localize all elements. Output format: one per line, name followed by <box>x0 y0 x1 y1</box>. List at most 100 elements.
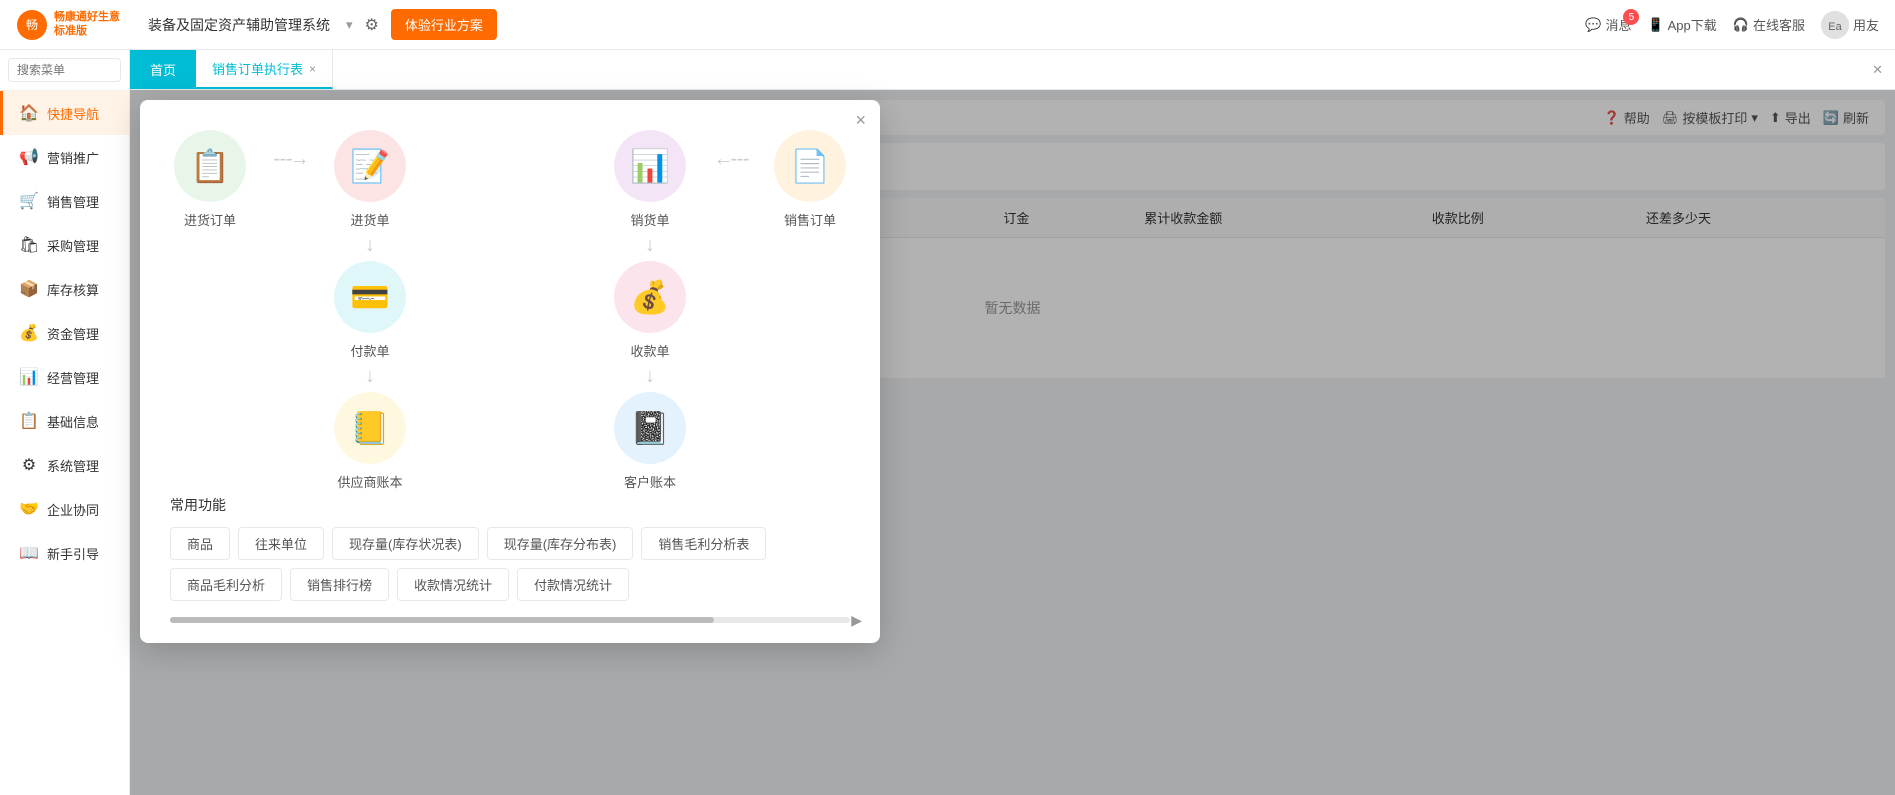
func-button[interactable]: 商品毛利分析 <box>170 568 282 601</box>
common-functions: 常用功能 商品往来单位现存量(库存状况表)现存量(库存分布表)销售毛利分析表商品… <box>170 495 850 601</box>
modal-overlay: × 📋 进货订单 - - -→ <box>130 90 1895 795</box>
func-button[interactable]: 现存量(库存状况表) <box>332 527 479 560</box>
modal-scrollbar[interactable]: ▶ <box>170 617 850 623</box>
scroll-right-arrow[interactable]: ▶ <box>851 612 862 629</box>
sales-bill-label: 销货单 <box>630 210 669 229</box>
app-wrapper: 畅 畅康通好生意 标准版 装备及固定资产辅助管理系统 ▾ ⚙ 体验行业方案 💬 … <box>0 0 1895 795</box>
online-service-item[interactable]: 🎧 在线客服 <box>1733 15 1805 34</box>
modal-close-icon[interactable]: × <box>855 110 866 131</box>
purchase-bill-circle: 📝 <box>334 130 406 202</box>
customer-ledger-label: 客户账本 <box>624 472 676 491</box>
base-info-icon: 📋 <box>19 411 39 431</box>
sales-order-label: 销售订单 <box>784 210 836 229</box>
sidebar-item-system[interactable]: ⚙系统管理 <box>0 443 129 487</box>
close-all-tabs[interactable]: ✕ <box>1860 62 1895 78</box>
flow-diagram: 📋 进货订单 - - -→ 📝 进货单 <box>170 130 850 491</box>
top-bar: 畅 畅康通好生意 标准版 装备及固定资产辅助管理系统 ▾ ⚙ 体验行业方案 💬 … <box>0 0 1895 50</box>
sidebar-item-quick-nav[interactable]: 🏠快捷导航 <box>0 91 129 135</box>
sales-icon: 🛒 <box>19 191 39 211</box>
system-title: 装备及固定资产辅助管理系统 <box>148 15 330 35</box>
sidebar-label-finance: 资金管理 <box>47 324 99 343</box>
sidebar-item-marketing[interactable]: 📢营销推广 <box>0 135 129 179</box>
flow-node-supplier-ledger[interactable]: 📒 供应商账本 <box>310 392 430 491</box>
flow-node-purchase-order[interactable]: 📋 进货订单 <box>150 130 270 229</box>
sidebar-item-purchase[interactable]: 🛍 采购管理 <box>0 223 129 267</box>
app-logo-icon: 畅 <box>16 9 48 41</box>
supplier-ledger-label: 供应商账本 <box>337 472 402 491</box>
purchase-order-label: 进货订单 <box>184 210 236 229</box>
sidebar-label-operations: 经营管理 <box>47 368 99 387</box>
customer-ledger-circle: 📓 <box>614 392 686 464</box>
message-item[interactable]: 💬 消息 5 <box>1585 15 1631 34</box>
func-button[interactable]: 收款情况统计 <box>397 568 509 601</box>
payment-circle: 💳 <box>334 261 406 333</box>
tab-home[interactable]: 首页 <box>130 50 196 89</box>
sales-order-circle: 📄 <box>774 130 846 202</box>
func-buttons-row: 商品往来单位现存量(库存状况表)现存量(库存分布表)销售毛利分析表商品毛利分析销… <box>170 527 850 601</box>
dropdown-arrow-icon[interactable]: ▾ <box>346 17 353 33</box>
sidebar-item-enterprise[interactable]: 🤝 企业协同 <box>0 487 129 531</box>
tab-sales-order[interactable]: 销售订单执行表 × <box>196 50 333 89</box>
arrow-v-1: ↓ <box>365 235 375 255</box>
sidebar-label-purchase: 采购管理 <box>47 236 99 255</box>
settings-icon[interactable]: ⚙ <box>365 15 379 35</box>
arrow-h-2: ←- - - <box>710 130 750 171</box>
quick-nav-icon: 🏠 <box>19 103 39 123</box>
svg-text:Ea: Ea <box>1828 21 1842 33</box>
arrow-v-4: ↓ <box>645 366 655 386</box>
flow-node-sales-order[interactable]: 📄 销售订单 <box>750 130 870 229</box>
flow-node-payment[interactable]: 💳 付款单 <box>310 261 430 360</box>
main-area: 🏠快捷导航📢营销推广🛒销售管理🛍采购管理📦库存核算💰资金管理📊经营管理📋基础信息… <box>0 50 1895 795</box>
headset-icon: 🎧 <box>1733 17 1749 33</box>
receipt-label: 收款单 <box>630 341 669 360</box>
func-button[interactable]: 付款情况统计 <box>517 568 629 601</box>
content-area: 首页 销售订单执行表 × ✕ ❓ 帮助 🖨 <box>130 50 1895 795</box>
purchase-icon: 🛍 <box>19 235 39 255</box>
app-download-label: App下载 <box>1668 15 1717 34</box>
func-button[interactable]: 销售毛利分析表 <box>641 527 766 560</box>
trial-button[interactable]: 体验行业方案 <box>391 9 497 40</box>
sidebar-item-base-info[interactable]: 📋 基础信息 <box>0 399 129 443</box>
supplier-ledger-circle: 📒 <box>334 392 406 464</box>
flow-node-purchase-bill[interactable]: 📝 进货单 <box>310 130 430 229</box>
top-right-area: 💬 消息 5 📱 App下载 🎧 在线客服 Ea 用友 <box>1585 11 1879 39</box>
sidebar-item-finance[interactable]: 💰资金管理 <box>0 311 129 355</box>
func-button[interactable]: 现存量(库存分布表) <box>487 527 634 560</box>
page-content: ❓ 帮助 🖨 按模板打印 ▾ ⬆ 导出 🔄 刷新 <box>130 90 1895 795</box>
sidebar-label-newbie: 新手引导 <box>47 544 99 563</box>
search-input[interactable] <box>8 58 121 82</box>
enterprise-icon: 🤝 <box>19 499 39 519</box>
func-button[interactable]: 往来单位 <box>238 527 324 560</box>
func-button[interactable]: 商品 <box>170 527 230 560</box>
sidebar-item-newbie[interactable]: 📖 新手引导 <box>0 531 129 575</box>
purchase-bill-label: 进货单 <box>350 210 389 229</box>
arrow-h-1: - - -→ <box>270 130 310 171</box>
inventory-icon: 📦 <box>19 279 39 299</box>
flow-node-customer-ledger[interactable]: 📓 客户账本 <box>590 392 710 491</box>
sidebar-item-operations[interactable]: 📊经营管理 <box>0 355 129 399</box>
sidebar-item-inventory[interactable]: 📦库存核算 <box>0 267 129 311</box>
user-label: 用友 <box>1853 15 1879 34</box>
func-button[interactable]: 销售排行榜 <box>290 568 389 601</box>
sidebar-label-base-info: 基础信息 <box>47 412 99 431</box>
sidebar-search-area <box>0 50 129 91</box>
newbie-icon: 📖 <box>19 543 39 563</box>
svg-text:畅: 畅 <box>26 18 38 32</box>
message-icon: 💬 <box>1585 17 1601 33</box>
payment-label: 付款单 <box>350 341 389 360</box>
tab-close-icon[interactable]: × <box>309 62 316 76</box>
sales-bill-circle: 📊 <box>614 130 686 202</box>
sidebar-item-sales[interactable]: 🛒 销售管理 <box>0 179 129 223</box>
online-service-label: 在线客服 <box>1753 15 1805 34</box>
app-download-item[interactable]: 📱 App下载 <box>1647 15 1716 34</box>
flow-node-sales-bill[interactable]: 📊 销货单 <box>590 130 710 229</box>
modal-scrollbar-thumb <box>170 617 714 623</box>
common-functions-title: 常用功能 <box>170 495 850 515</box>
logo-area: 畅 畅康通好生意 标准版 <box>16 9 136 41</box>
flow-node-receipt[interactable]: 💰 收款单 <box>590 261 710 360</box>
sidebar-label-enterprise: 企业协同 <box>47 500 99 519</box>
system-icon: ⚙ <box>19 455 39 475</box>
user-item[interactable]: Ea 用友 <box>1821 11 1879 39</box>
sidebar-label-sales: 销售管理 <box>47 192 99 211</box>
message-badge: 5 <box>1623 9 1639 25</box>
